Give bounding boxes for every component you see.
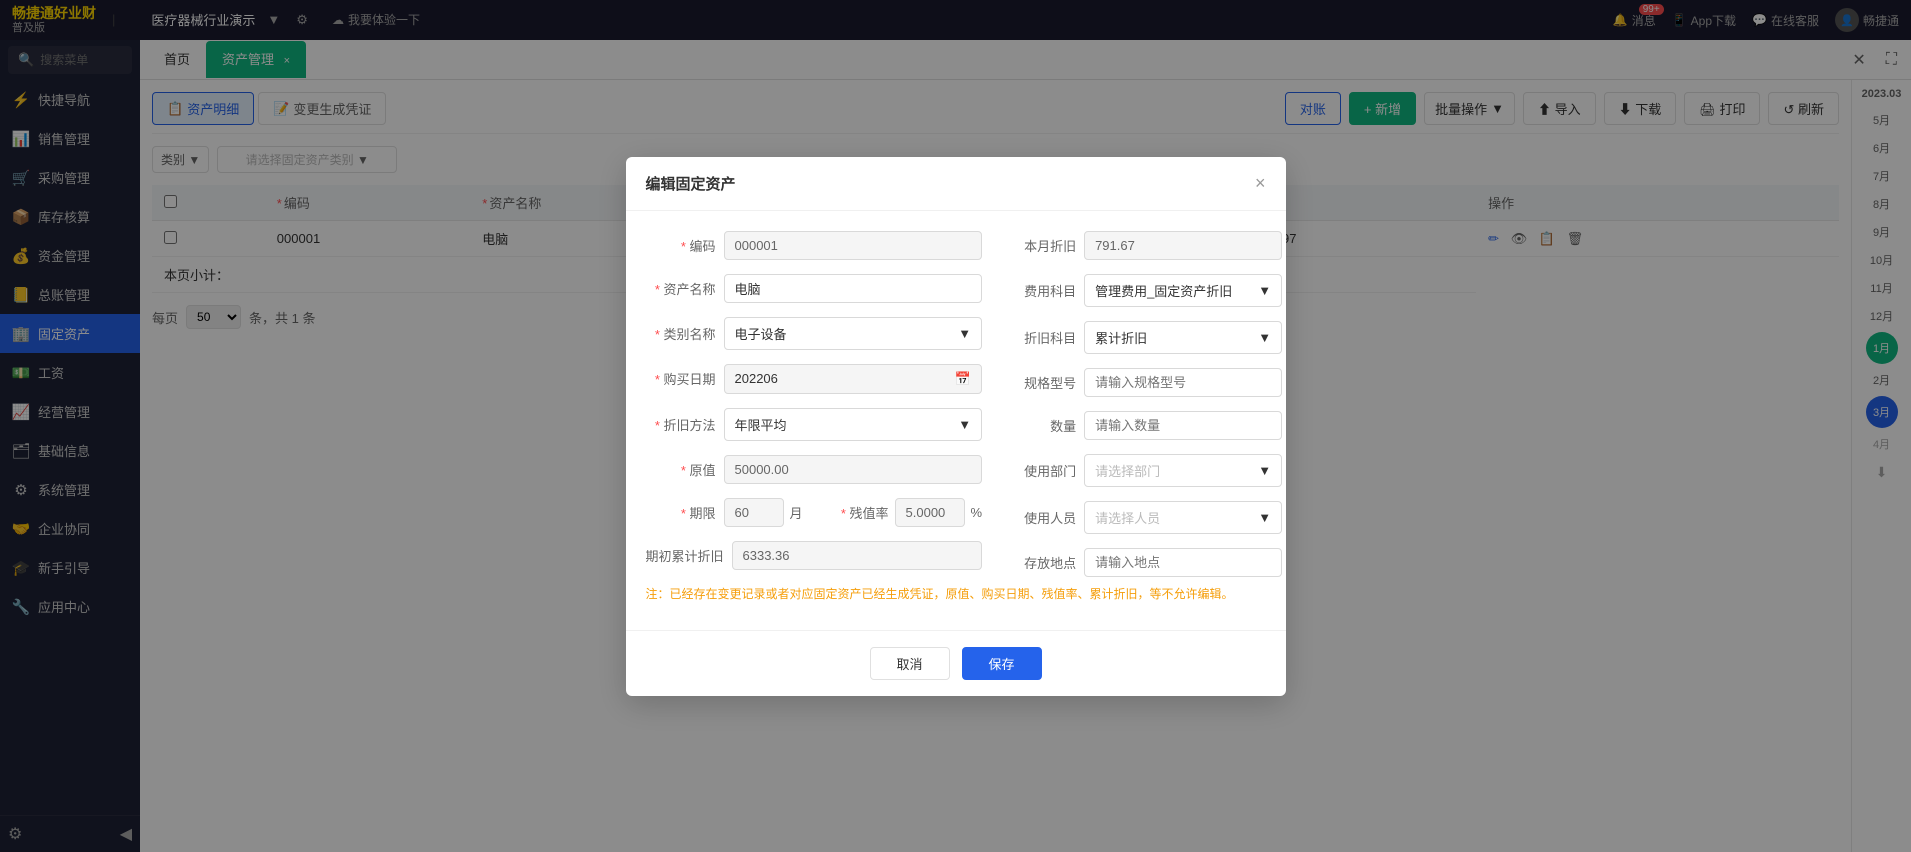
modal-overlay: 编辑固定资产 × 编码 资产名称 — [0, 0, 1911, 852]
code-label: 编码 — [646, 236, 716, 255]
modal-body: 编码 资产名称 类别名称 电子设备 ▼ — [626, 211, 1286, 630]
depr-method-label: 折旧方法 — [646, 415, 716, 434]
quantity-label: 数量 — [1006, 416, 1076, 435]
modal-close-button[interactable]: × — [1255, 173, 1266, 194]
save-button[interactable]: 保存 — [962, 647, 1042, 680]
form-item-period: 期限 月 残值率 % — [646, 498, 983, 527]
period-input[interactable] — [724, 498, 784, 527]
monthly-depr-label: 本月折旧 — [1006, 236, 1076, 255]
period-label: 期限 — [646, 503, 716, 522]
form-item-code: 编码 — [646, 231, 983, 260]
form-item-original-value: 原值 — [646, 455, 983, 484]
expense-subject-select[interactable]: 管理费用_固定资产折旧 ▼ — [1084, 274, 1282, 307]
form-item-expense-subject: 费用科目 管理费用_固定资产折旧 ▼ — [1006, 274, 1282, 307]
period-unit: 月 — [790, 503, 803, 522]
form-item-user: 使用人员 请选择人员 ▼ — [1006, 501, 1282, 534]
purchase-date-label: 购买日期 — [646, 369, 716, 388]
form-grid: 编码 资产名称 类别名称 电子设备 ▼ — [646, 231, 1266, 577]
quantity-input[interactable] — [1084, 411, 1282, 440]
dept-label: 使用部门 — [1006, 461, 1076, 480]
asset-name-label: 资产名称 — [646, 279, 716, 298]
asset-name-input[interactable] — [724, 274, 983, 303]
depr-subject-select[interactable]: 累计折旧 ▼ — [1084, 321, 1282, 354]
form-item-dept: 使用部门 请选择部门 ▼ — [1006, 454, 1282, 487]
form-col-left: 编码 资产名称 类别名称 电子设备 ▼ — [646, 231, 983, 577]
residual-rate-unit: % — [971, 505, 983, 520]
form-item-asset-name: 资产名称 — [646, 274, 983, 303]
modal-title: 编辑固定资产 — [646, 173, 736, 194]
modal-footer: 取消 保存 — [626, 630, 1286, 696]
form-item-depr-subject: 折旧科目 累计折旧 ▼ — [1006, 321, 1282, 354]
depr-subject-label: 折旧科目 — [1006, 328, 1076, 347]
form-col-right: 本月折旧 费用科目 管理费用_固定资产折旧 ▼ 折旧科目 — [1006, 231, 1282, 577]
form-item-depr-method: 折旧方法 年限平均 ▼ — [646, 408, 983, 441]
calendar-icon: 📅 — [955, 371, 971, 387]
category-label: 类别名称 — [646, 324, 716, 343]
modal-header: 编辑固定资产 × — [626, 157, 1286, 211]
initial-accum-depr-input[interactable] — [732, 541, 983, 570]
category-select-arrow: ▼ — [958, 326, 971, 341]
spec-model-label: 规格型号 — [1006, 373, 1076, 392]
purchase-date-input[interactable]: 202206 📅 — [724, 364, 983, 394]
residual-rate-input[interactable] — [895, 498, 965, 527]
form-item-category: 类别名称 电子设备 ▼ — [646, 317, 983, 350]
location-label: 存放地点 — [1006, 553, 1076, 572]
edit-asset-modal: 编辑固定资产 × 编码 资产名称 — [626, 157, 1286, 696]
cancel-button[interactable]: 取消 — [870, 647, 950, 680]
original-value-label: 原值 — [646, 460, 716, 479]
dept-select-arrow: ▼ — [1258, 463, 1271, 478]
depr-method-select[interactable]: 年限平均 ▼ — [724, 408, 983, 441]
form-item-spec-model: 规格型号 — [1006, 368, 1282, 397]
residual-rate-label: 残值率 — [819, 503, 889, 522]
user-select-arrow: ▼ — [1258, 510, 1271, 525]
user-label: 使用人员 — [1006, 508, 1076, 527]
form-item-location: 存放地点 — [1006, 548, 1282, 577]
form-item-monthly-depr: 本月折旧 — [1006, 231, 1282, 260]
monthly-depr-input[interactable] — [1084, 231, 1282, 260]
expense-subject-label: 费用科目 — [1006, 281, 1076, 300]
period-inline: 月 残值率 % — [724, 498, 983, 527]
form-item-purchase-date: 购买日期 202206 📅 — [646, 364, 983, 394]
depr-subject-arrow: ▼ — [1258, 330, 1271, 345]
form-item-quantity: 数量 — [1006, 411, 1282, 440]
dept-select[interactable]: 请选择部门 ▼ — [1084, 454, 1282, 487]
form-item-initial-accum-depr: 期初累计折旧 — [646, 541, 983, 570]
user-select[interactable]: 请选择人员 ▼ — [1084, 501, 1282, 534]
modal-note: 注：已经存在变更记录或者对应固定资产已经生成凭证，原值、购买日期、残值率、累计折… — [646, 577, 1266, 610]
code-input[interactable] — [724, 231, 983, 260]
spec-model-input[interactable] — [1084, 368, 1282, 397]
expense-subject-arrow: ▼ — [1258, 283, 1271, 298]
depr-method-arrow: ▼ — [958, 417, 971, 432]
initial-accum-depr-label: 期初累计折旧 — [646, 546, 724, 565]
original-value-input[interactable] — [724, 455, 983, 484]
category-select-input[interactable]: 电子设备 ▼ — [724, 317, 983, 350]
location-input[interactable] — [1084, 548, 1282, 577]
